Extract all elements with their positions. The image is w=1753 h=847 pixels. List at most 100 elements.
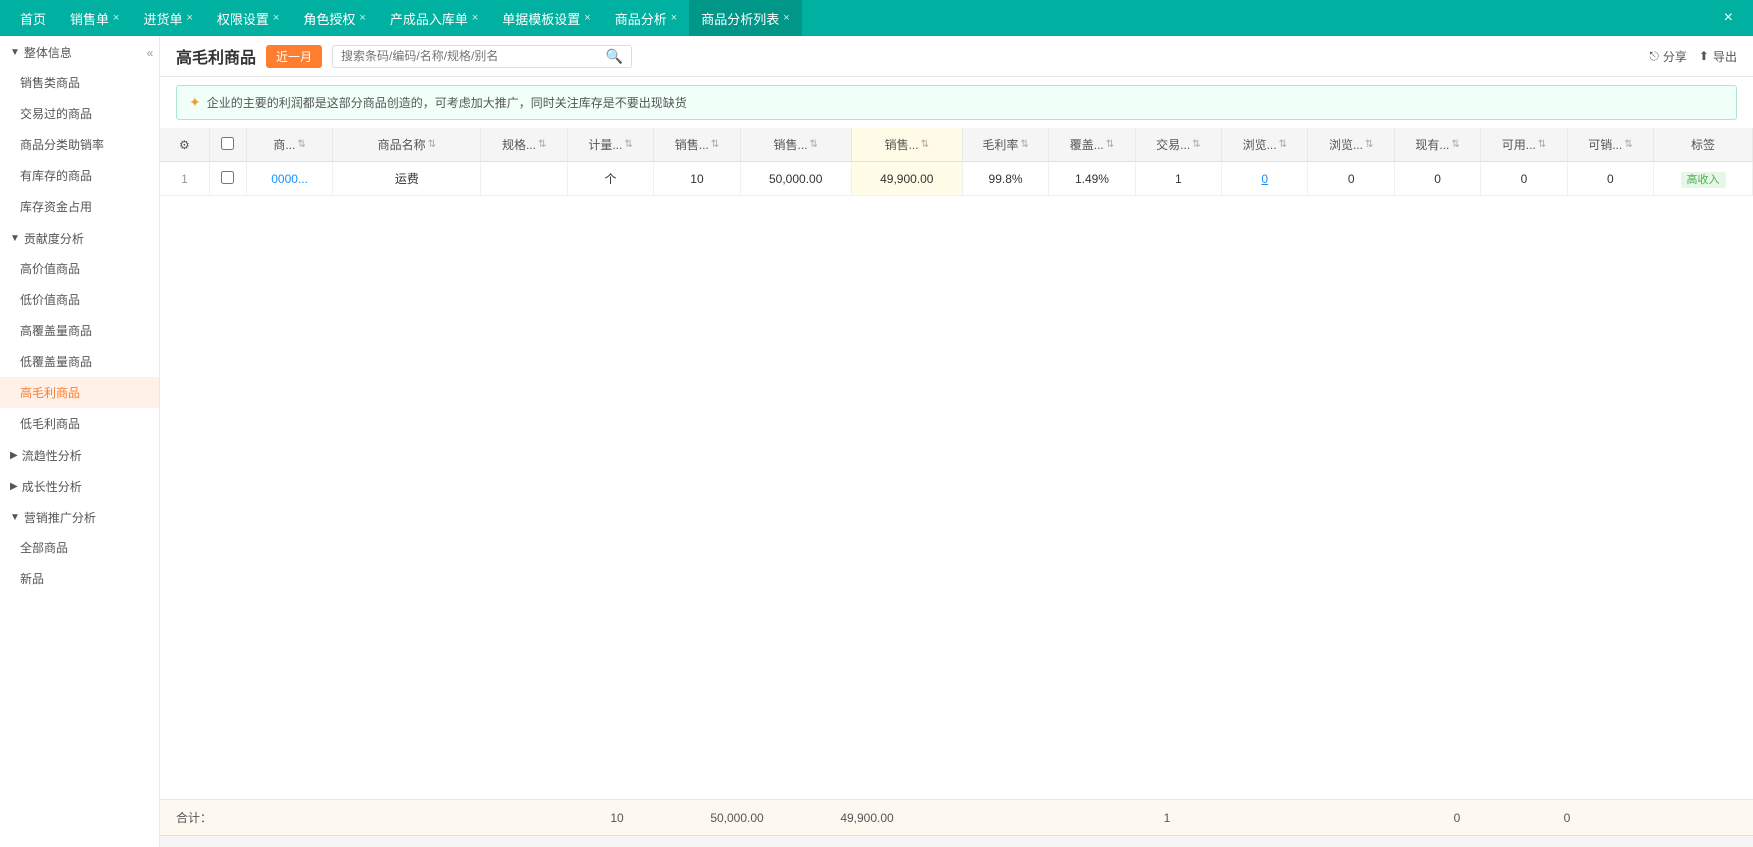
sort-icon-name: ⇅ [428,139,436,150]
sidebar-item-in-stock[interactable]: 有库存的商品 [0,160,159,191]
content-header: 高毛利商品 近一月 🔍 ⎋ 分享 ⬆ 导出 [160,36,1753,77]
sidebar-item-category-rate[interactable]: 商品分类助销率 [0,129,159,160]
nav-template[interactable]: 单据模板设置 × [490,0,602,36]
nav-close-purchase[interactable]: × [186,12,192,24]
sidebar: « ▼ 整体信息 销售类商品 交易过的商品 商品分类助销率 有库存的商品 库存资… [0,36,160,847]
footer-sales-cost: 49,900.00 [822,811,912,825]
row-code[interactable]: 0000... [246,162,332,196]
bottom-scrollbar[interactable] [160,835,1753,847]
arrow-trend: ▶ [10,450,18,461]
nav-analysis-list[interactable]: 商品分析列表 × [689,0,801,36]
sidebar-item-low-value[interactable]: 低价值商品 [0,284,159,315]
col-sales-qty[interactable]: 销售... ⇅ [654,128,740,162]
col-sales-amount[interactable]: 销售... ⇅ [740,128,851,162]
data-table: ⚙ 商... ⇅ 商品名称 [160,128,1753,196]
nav-close-product-entry[interactable]: × [472,12,478,24]
top-nav: 首页 销售单 × 进货单 × 权限设置 × 角色授权 × 产成品入库单 × 单据… [0,0,1753,36]
nav-close-sales[interactable]: × [113,12,119,24]
sidebar-item-low-coverage[interactable]: 低覆盖量商品 [0,346,159,377]
nav-close-template[interactable]: × [584,12,590,24]
search-icon[interactable]: 🔍 [606,48,623,65]
nav-product-entry[interactable]: 产成品入库单 × [378,0,490,36]
info-banner: ✦ 企业的主要的利润都是这部分商品创造的，可考虑加大推广，同时关注库存是不要出现… [176,85,1737,120]
arrow-overall: ▼ [10,47,20,58]
search-input[interactable] [341,49,606,63]
main-layout: « ▼ 整体信息 销售类商品 交易过的商品 商品分类助销率 有库存的商品 库存资… [0,36,1753,847]
sidebar-item-high-margin[interactable]: 高毛利商品 [0,377,159,408]
nav-close-analysis-list[interactable]: × [783,12,789,24]
sidebar-item-all-goods[interactable]: 全部商品 [0,532,159,563]
sidebar-group-growth[interactable]: ▶ 成长性分析 [0,470,159,501]
sidebar-group-trend[interactable]: ▶ 流趋性分析 [0,439,159,470]
col-sales-cost[interactable]: 销售... ⇅ [851,128,962,162]
row-name: 运费 [333,162,481,196]
arrow-marketing: ▼ [10,512,20,523]
sidebar-item-high-coverage[interactable]: 高覆盖量商品 [0,315,159,346]
sidebar-item-sales-goods[interactable]: 销售类商品 [0,67,159,98]
nav-close-analysis[interactable]: × [671,12,677,24]
settings-icon[interactable]: ⚙ [179,138,190,152]
nav-close-permission[interactable]: × [273,12,279,24]
nav-close-role[interactable]: × [359,12,365,24]
col-available[interactable]: 可用... ⇅ [1481,128,1567,162]
col-code[interactable]: 商... ⇅ [246,128,332,162]
filter-date-button[interactable]: 近一月 [266,45,322,68]
window-close-button[interactable]: × [1712,9,1745,27]
table-footer: 合计： 10 50,000.00 49,900.00 1 0 0 [160,799,1753,835]
footer-trade: 1 [1132,811,1202,825]
sidebar-item-high-value[interactable]: 高价值商品 [0,253,159,284]
row-browse1[interactable]: 0 [1222,162,1308,196]
col-coverage[interactable]: 覆盖... ⇅ [1049,128,1135,162]
row-browse2: 0 [1308,162,1394,196]
sidebar-item-new-goods[interactable]: 新品 [0,563,159,594]
table-body: 1 0000... 运费 个 10 50,000.00 49,900.00 99… [160,162,1753,196]
col-checkbox [209,128,246,162]
sidebar-item-stock-capital[interactable]: 库存资金占用 [0,191,159,222]
nav-purchase[interactable]: 进货单 × [131,0,204,36]
col-gross-rate[interactable]: 毛利率 ⇅ [962,128,1048,162]
share-button[interactable]: ⎋ 分享 [1649,48,1687,65]
nav-home[interactable]: 首页 [8,0,58,36]
nav-analysis[interactable]: 商品分析 × [603,0,689,36]
sort-icon-unit: ⇅ [624,139,632,150]
row-available: 0 [1481,162,1567,196]
col-browse1[interactable]: 浏览... ⇅ [1222,128,1308,162]
sidebar-group-overall[interactable]: ▼ 整体信息 [0,36,159,67]
col-name[interactable]: 商品名称 ⇅ [333,128,481,162]
nav-permission[interactable]: 权限设置 × [205,0,291,36]
col-saleable[interactable]: 可销... ⇅ [1567,128,1653,162]
col-spec[interactable]: 规格... ⇅ [481,128,567,162]
col-trade[interactable]: 交易... ⇅ [1135,128,1221,162]
row-spec [481,162,567,196]
nav-sales[interactable]: 销售单 × [58,0,131,36]
col-settings[interactable]: ⚙ [160,128,209,162]
row-checkbox-cell[interactable] [209,162,246,196]
export-button[interactable]: ⬆ 导出 [1699,48,1737,65]
footer-sales-qty: 10 [582,811,652,825]
row-saleable: 0 [1567,162,1653,196]
info-icon: ✦ [189,94,201,111]
footer-current: 0 [1422,811,1492,825]
nav-role[interactable]: 角色授权 × [291,0,377,36]
sidebar-item-traded-goods[interactable]: 交易过的商品 [0,98,159,129]
sort-icon-sales-cost: ⇅ [921,139,929,150]
sort-icon-sales-amount: ⇅ [810,139,818,150]
arrow-contribution: ▼ [10,233,20,244]
sort-icon-code: ⇅ [297,139,305,150]
col-tag[interactable]: 标签 [1654,128,1753,162]
header-actions: ⎋ 分享 ⬆ 导出 [1649,48,1737,65]
select-all-checkbox[interactable] [221,137,234,150]
sidebar-collapse-button[interactable]: « [141,44,159,62]
row-trade: 1 [1135,162,1221,196]
col-current[interactable]: 现有... ⇅ [1394,128,1480,162]
sidebar-group-contribution[interactable]: ▼ 贡献度分析 [0,222,159,253]
row-sales-qty: 10 [654,162,740,196]
row-checkbox[interactable] [221,171,234,184]
share-icon: ⎋ [1649,49,1659,64]
sidebar-item-low-margin[interactable]: 低毛利商品 [0,408,159,439]
sort-icon-gross-rate: ⇅ [1020,139,1028,150]
sidebar-group-marketing[interactable]: ▼ 营销推广分析 [0,501,159,532]
col-browse2[interactable]: 浏览... ⇅ [1308,128,1394,162]
col-unit[interactable]: 计量... ⇅ [567,128,653,162]
tag-badge: 高收入 [1681,172,1726,188]
